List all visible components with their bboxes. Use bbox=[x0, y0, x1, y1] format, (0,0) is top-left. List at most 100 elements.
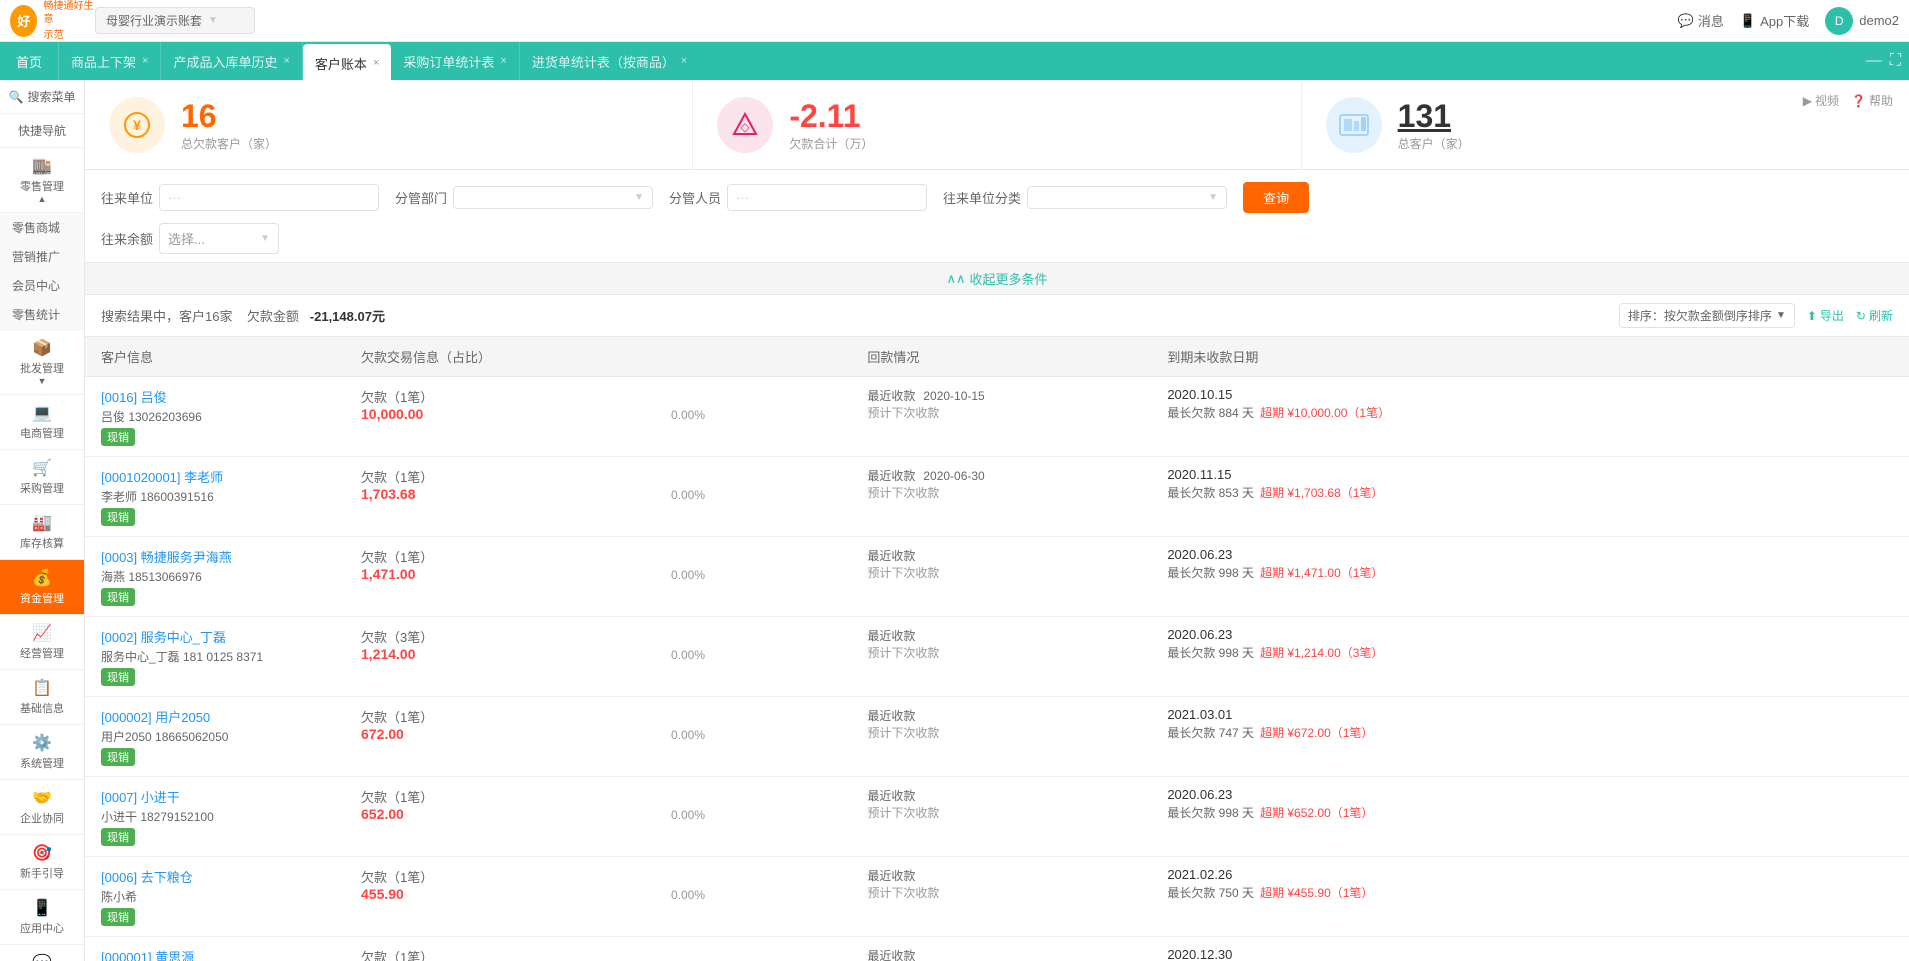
help-btn[interactable]: ❓ 帮助 bbox=[1851, 92, 1893, 109]
customer-name[interactable]: 服务中心_丁磊 bbox=[141, 630, 226, 645]
sidebar-item-inventory[interactable]: 🏭 库存核算 bbox=[0, 505, 84, 560]
table-row: [000002] 用户2050 用户2050 18665062050 现销 欠款… bbox=[85, 697, 1909, 777]
last-collection-date: 2020-10-15 bbox=[923, 389, 984, 403]
guide-icon: 🎯 bbox=[32, 843, 52, 863]
unit-type-label: 往来单位分类 bbox=[943, 188, 1021, 207]
stat-card-total-debt: ◇ -2.11 欠款合计（万） bbox=[693, 80, 1301, 169]
customer-name[interactable]: 用户2050 bbox=[155, 710, 210, 725]
sidebar-sub-retail-mall[interactable]: 零售商城 bbox=[0, 213, 84, 242]
overdue-amount[interactable]: 超期 ¥672.00（1笔） bbox=[1260, 724, 1373, 741]
sidebar-item-system[interactable]: ⚙️ 系统管理 bbox=[0, 725, 84, 780]
sidebar-item-new-guide[interactable]: 🎯 新手引导 bbox=[0, 835, 84, 890]
close-icon[interactable]: × bbox=[500, 55, 506, 67]
overdue-amount[interactable]: 超期 ¥1,703.68（1笔） bbox=[1260, 484, 1383, 501]
debt-amount[interactable]: 1,703.68 bbox=[361, 486, 639, 502]
debt-count: 欠款（1笔） bbox=[361, 867, 639, 886]
sidebar-item-enterprise-collab[interactable]: 🤝 企业协同 bbox=[0, 780, 84, 835]
customer-name[interactable]: 畅捷服务尹海燕 bbox=[141, 550, 232, 565]
customer-name[interactable]: 黄思源 bbox=[155, 950, 194, 961]
refresh-btn[interactable]: ↻ 刷新 bbox=[1856, 307, 1893, 324]
total-customers-value: 131 bbox=[1398, 98, 1470, 135]
sidebar-item-finance[interactable]: 💰 资金管理 bbox=[0, 560, 84, 615]
sidebar-item-retail-mgmt[interactable]: 🏬 零售管理 ▲ bbox=[0, 148, 84, 213]
overdue-days: 最长欠款 998 天 bbox=[1167, 804, 1254, 821]
sidebar-item-operations[interactable]: 📈 经营管理 bbox=[0, 615, 84, 670]
sidebar-sub-marketing[interactable]: 营销推广 bbox=[0, 242, 84, 271]
due-date: 2020.11.15 bbox=[1167, 467, 1893, 482]
debt-amount[interactable]: 672.00 bbox=[361, 726, 639, 742]
sidebar-item-basic-info[interactable]: 📋 基础信息 bbox=[0, 670, 84, 725]
basic-info-icon: 📋 bbox=[32, 678, 52, 698]
overdue-amount[interactable]: 超期 ¥652.00（1笔） bbox=[1260, 804, 1373, 821]
debt-amount[interactable]: 1,214.00 bbox=[361, 646, 639, 662]
unit-type-select[interactable]: ▼ bbox=[1027, 186, 1227, 209]
close-icon[interactable]: × bbox=[142, 55, 148, 67]
last-collection-label: 最近收款 bbox=[867, 867, 915, 884]
tab-production-history[interactable]: 产成品入库单历史 × bbox=[161, 42, 302, 80]
manager-input[interactable]: ··· bbox=[727, 184, 927, 211]
close-icon[interactable]: × bbox=[283, 55, 289, 67]
close-icon[interactable]: × bbox=[681, 55, 687, 67]
debt-value: -21,148.07元 bbox=[310, 309, 385, 324]
debtors-value: 16 bbox=[181, 98, 277, 135]
company-selector[interactable]: 母婴行业演示账套 ▼ bbox=[95, 7, 255, 34]
debt-count: 欠款（1笔） bbox=[361, 467, 639, 486]
tab-customer-account[interactable]: 客户账本 × bbox=[303, 44, 391, 82]
customer-name[interactable]: 去下粮仓 bbox=[141, 870, 193, 885]
window-maximize-icon[interactable]: ⛶ bbox=[1890, 52, 1901, 70]
balance-select[interactable]: 选择... ▼ bbox=[159, 223, 279, 254]
refresh-icon: ↻ bbox=[1856, 309, 1866, 323]
sidebar-item-purchase[interactable]: 🛒 采购管理 bbox=[0, 450, 84, 505]
customer-name[interactable]: 李老师 bbox=[184, 470, 223, 485]
window-minimize-icon[interactable]: — bbox=[1866, 52, 1882, 70]
dept-filter: 分管部门 ▼ bbox=[395, 186, 653, 209]
due-date: 2020.06.23 bbox=[1167, 787, 1893, 802]
app-download-btn[interactable]: 📱 App下载 bbox=[1740, 11, 1809, 30]
close-icon[interactable]: × bbox=[373, 57, 379, 69]
sidebar-sub-member[interactable]: 会员中心 bbox=[0, 271, 84, 300]
overdue-amount[interactable]: 超期 ¥1,214.00（3笔） bbox=[1260, 644, 1383, 661]
tab-purchase-stats[interactable]: 进货单统计表（按商品） × bbox=[520, 42, 699, 80]
collapse-bar[interactable]: ∧∧ 收起更多条件 bbox=[85, 262, 1909, 294]
view-video-btn[interactable]: ▶ 视频 bbox=[1803, 92, 1839, 109]
sidebar-sub-retail-stats[interactable]: 零售统计 bbox=[0, 300, 84, 329]
export-btn[interactable]: ⬆ 导出 bbox=[1807, 307, 1844, 324]
debt-amount[interactable]: 455.90 bbox=[361, 886, 639, 902]
from-unit-input[interactable]: ··· bbox=[159, 184, 379, 211]
result-text: 搜索结果中，客户16家 欠款金额 -21,148.07元 bbox=[101, 306, 385, 325]
overdue-days: 最长欠款 998 天 bbox=[1167, 644, 1254, 661]
query-button[interactable]: 查询 bbox=[1243, 182, 1309, 213]
sidebar-item-ecommerce[interactable]: 💻 电商管理 bbox=[0, 395, 84, 450]
col-debt-info: 欠款交易信息（占比） bbox=[345, 337, 851, 377]
user-avatar-area[interactable]: D demo2 bbox=[1825, 7, 1899, 35]
debt-amount[interactable]: 652.00 bbox=[361, 806, 639, 822]
tab-home[interactable]: 首页 bbox=[0, 42, 59, 80]
next-collection-label: 预计下次收款 bbox=[867, 406, 939, 420]
overdue-amount[interactable]: 超期 ¥10,000.00（1笔） bbox=[1260, 404, 1390, 421]
overdue-amount[interactable]: 超期 ¥455.90（1笔） bbox=[1260, 884, 1373, 901]
message-btn[interactable]: 💬 消息 bbox=[1678, 11, 1724, 30]
quick-nav-item[interactable]: 快捷导航 bbox=[0, 114, 84, 148]
tab-products-off[interactable]: 商品上下架 × bbox=[59, 42, 161, 80]
debt-amount[interactable]: 10,000.00 bbox=[361, 406, 639, 422]
tab-purchase-order[interactable]: 采购订单统计表 × bbox=[391, 42, 519, 80]
sidebar-item-enterprise-wechat[interactable]: 💬 企业微信 bbox=[0, 945, 84, 961]
logo-icon: 好 bbox=[10, 5, 37, 37]
debt-percent: 0.00% bbox=[671, 808, 705, 822]
sidebar-item-wholesale-mgmt[interactable]: 📦 批发管理 ▼ bbox=[0, 330, 84, 395]
customer-name[interactable]: 吕俊 bbox=[141, 390, 167, 405]
table-row: [0001020001] 李老师 李老师 18600391516 现销 欠款（1… bbox=[85, 457, 1909, 537]
customer-code: [0016] bbox=[101, 390, 137, 405]
chevron-down-icon: ▼ bbox=[260, 233, 270, 244]
search-menu-item[interactable]: 🔍 搜索菜单 bbox=[0, 80, 84, 114]
table-row: [0016] 吕俊 吕俊 13026203696 现销 欠款（1笔） 10,00… bbox=[85, 377, 1909, 457]
overdue-amount[interactable]: 超期 ¥1,471.00（1笔） bbox=[1260, 564, 1383, 581]
unit-type-filter: 往来单位分类 ▼ bbox=[943, 186, 1227, 209]
sidebar-item-app-center[interactable]: 📱 应用中心 bbox=[0, 890, 84, 945]
customer-name[interactable]: 小进干 bbox=[141, 790, 180, 805]
sort-selector[interactable]: 排序：按欠款金额倒序排序 ▼ bbox=[1619, 303, 1795, 328]
debt-amount[interactable]: 1,471.00 bbox=[361, 566, 639, 582]
dept-select[interactable]: ▼ bbox=[453, 186, 653, 209]
chevron-down-icon: ▼ bbox=[634, 192, 644, 203]
chevron-up-icon: ∧∧ bbox=[946, 271, 965, 287]
